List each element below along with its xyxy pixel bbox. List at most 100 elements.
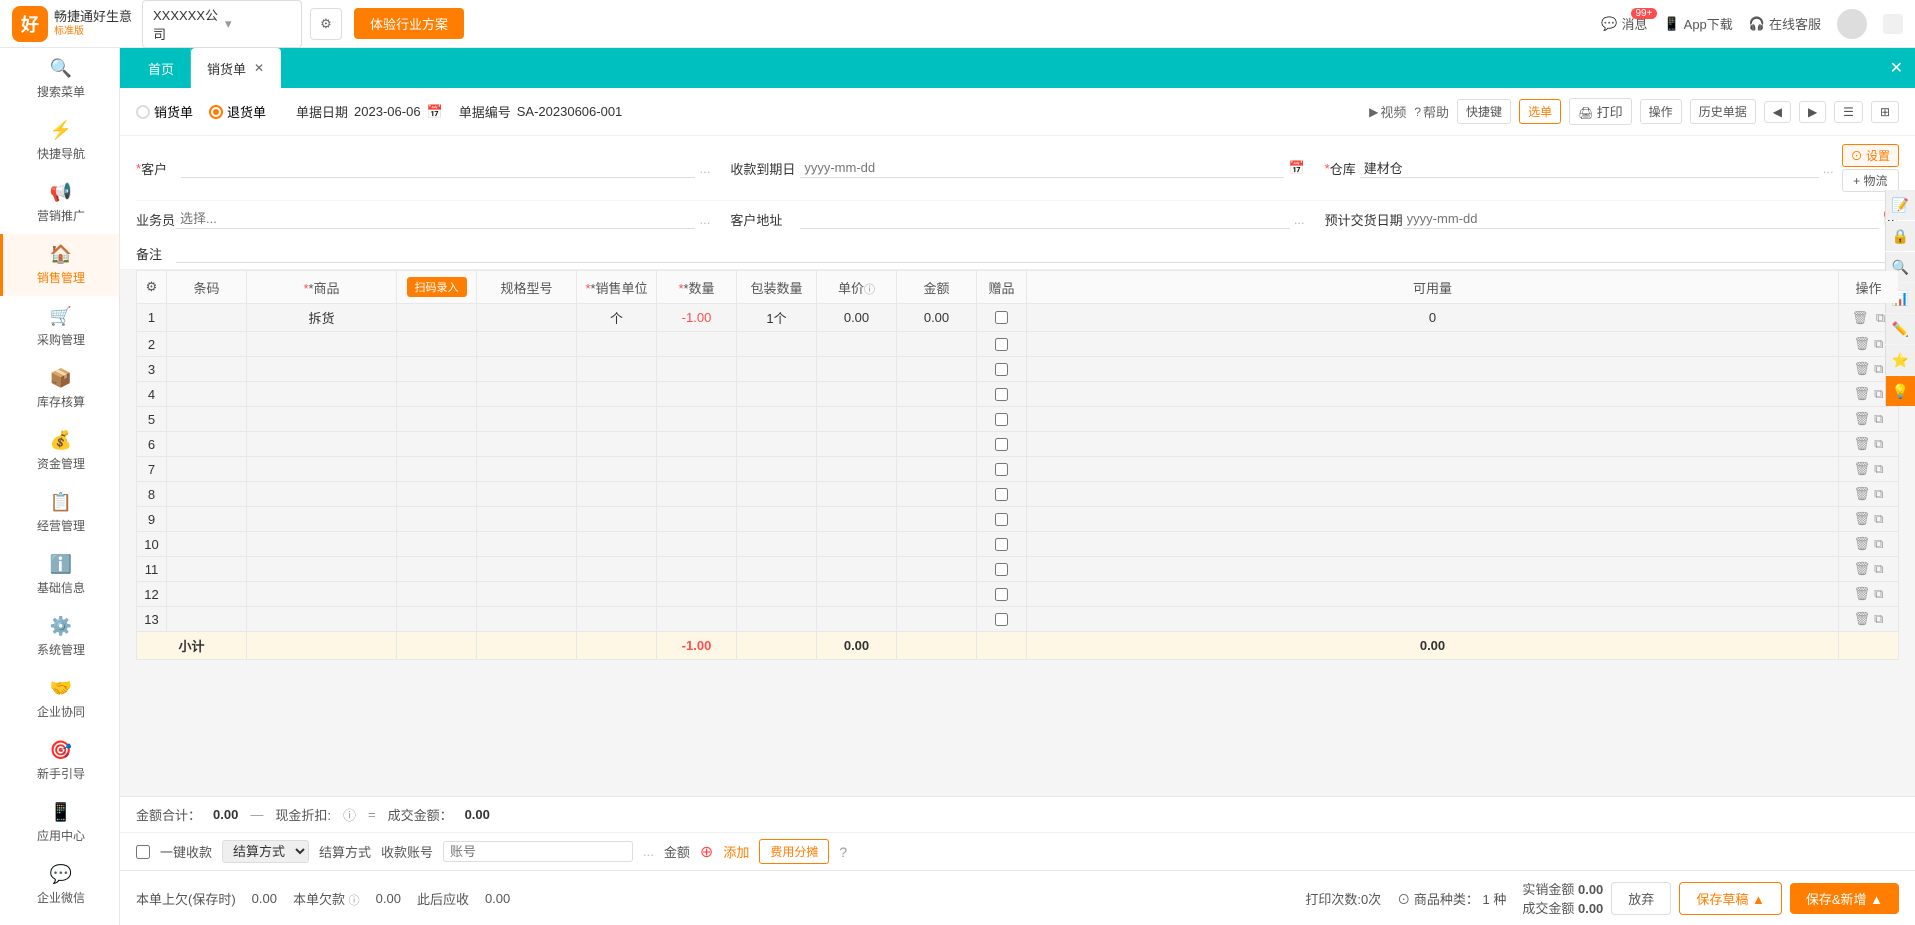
float-btn-orange[interactable]: 💡 — [1885, 376, 1915, 406]
expected-date-input[interactable] — [1403, 209, 1879, 229]
tab-close-icon[interactable]: ✕ — [254, 61, 264, 75]
copy-icon-8[interactable]: ⧉ — [1874, 486, 1883, 501]
row-spec-1[interactable] — [477, 304, 577, 332]
sidebar-item-system[interactable]: ⚙️ 系统管理 — [0, 606, 119, 668]
gift-checkbox-7[interactable] — [995, 463, 1008, 476]
salesperson-ellipsis-icon[interactable]: ... — [699, 212, 710, 227]
gift-checkbox-10[interactable] — [995, 538, 1008, 551]
sidebar-item-sales[interactable]: 🏠 销售管理 — [0, 234, 119, 296]
copy-icon-3[interactable]: ⧉ — [1874, 361, 1883, 376]
avatar[interactable] — [1837, 9, 1867, 39]
sidebar-item-purchase[interactable]: 🛒 采购管理 — [0, 296, 119, 358]
add-circle-icon[interactable]: ⊕ — [700, 842, 713, 862]
customer-addr-input[interactable] — [800, 209, 1289, 229]
settings-button[interactable]: ⊙ 设置 — [1842, 144, 1899, 167]
row-product-1[interactable]: 拆货 — [247, 304, 397, 332]
expense-info-icon[interactable]: ? — [839, 844, 847, 860]
payment-method-select[interactable]: 结算方式 — [222, 840, 309, 863]
expense-split-btn[interactable]: 费用分摊 — [759, 839, 829, 864]
copy-icon-2[interactable]: ⧉ — [1874, 336, 1883, 351]
copy-icon-7[interactable]: ⧉ — [1874, 461, 1883, 476]
scan-button[interactable]: 扫码录入 — [407, 277, 467, 297]
delete-icon-11[interactable]: 🗑 — [1854, 561, 1871, 576]
float-btn-6[interactable]: ⭐ — [1885, 345, 1915, 375]
col-setting[interactable]: ⚙ — [137, 271, 167, 304]
row-barcode-1[interactable] — [167, 304, 247, 332]
operation-btn[interactable]: 操作 — [1640, 99, 1682, 124]
one-click-checkbox[interactable] — [136, 845, 150, 859]
float-btn-1[interactable]: 📝 — [1885, 190, 1915, 220]
history-btn[interactable]: 历史单据 — [1690, 99, 1756, 124]
delete-icon-1[interactable]: 🗑 — [1852, 310, 1869, 325]
gift-checkbox-11[interactable] — [995, 563, 1008, 576]
avatar-extra[interactable] — [1883, 14, 1903, 34]
sidebar-item-appstore[interactable]: 📱 应用中心 — [0, 792, 119, 854]
date-value[interactable]: 2023-06-06 — [354, 104, 421, 119]
abandon-button[interactable]: 放弃 — [1611, 882, 1671, 915]
delete-icon-10[interactable]: 🗑 — [1854, 536, 1871, 551]
row-pkg-qty-1[interactable]: 1个 — [737, 304, 817, 332]
select-order-btn[interactable]: 选单 — [1519, 99, 1561, 124]
copy-icon-10[interactable]: ⧉ — [1874, 536, 1883, 551]
customer-input[interactable] — [181, 158, 695, 178]
message-button[interactable]: 💬 消息 99+ — [1601, 14, 1647, 33]
radio-return-order[interactable]: 退货单 — [209, 102, 266, 121]
gift-checkbox-1[interactable] — [995, 311, 1008, 324]
payment-date-input[interactable] — [800, 158, 1284, 178]
next-btn[interactable]: ▶ — [1799, 101, 1826, 123]
note-input[interactable] — [176, 243, 1899, 263]
tab-home[interactable]: 首页 — [132, 48, 191, 88]
company-select[interactable]: XXXXXX公司 ▾ — [142, 0, 302, 48]
save-new-button[interactable]: 保存&新增 ▲ — [1790, 883, 1899, 914]
warehouse-input[interactable] — [1360, 158, 1819, 178]
gift-checkbox-2[interactable] — [995, 338, 1008, 351]
copy-icon-9[interactable]: ⧉ — [1874, 511, 1883, 526]
sidebar-item-member[interactable]: 👑 畅会员 — [0, 916, 119, 925]
payment-cal-icon[interactable]: 📅 — [1288, 160, 1304, 176]
radio-sales-order[interactable]: 销货单 — [136, 102, 193, 121]
tab-close-all-icon[interactable]: ✕ — [1890, 58, 1903, 78]
app-download-button[interactable]: 📱 App下载 — [1663, 14, 1732, 33]
shortcut-btn[interactable]: 快捷键 — [1457, 99, 1511, 124]
gift-checkbox-8[interactable] — [995, 488, 1008, 501]
delete-icon-6[interactable]: 🗑 — [1854, 436, 1871, 451]
delete-icon-7[interactable]: 🗑 — [1854, 461, 1871, 476]
delete-icon-8[interactable]: 🗑 — [1854, 486, 1871, 501]
warehouse-ellipsis-icon[interactable]: ... — [1823, 161, 1834, 176]
gift-checkbox-6[interactable] — [995, 438, 1008, 451]
gift-checkbox-12[interactable] — [995, 588, 1008, 601]
row-amount-1[interactable]: 0.00 — [897, 304, 977, 332]
copy-icon-11[interactable]: ⧉ — [1874, 561, 1883, 576]
sidebar-item-wechat[interactable]: 💬 企业微信 — [0, 854, 119, 916]
video-link[interactable]: ▶ 视频 — [1369, 102, 1406, 121]
copy-icon-13[interactable]: ⧉ — [1874, 611, 1883, 626]
row-unit-1[interactable]: 个 — [577, 304, 657, 332]
delete-icon-5[interactable]: 🗑 — [1854, 411, 1871, 426]
delete-icon-2[interactable]: 🗑 — [1854, 336, 1871, 351]
sidebar-item-finance[interactable]: 💰 资金管理 — [0, 420, 119, 482]
product-count-toggle[interactable]: ⊙ — [1397, 892, 1410, 907]
gift-checkbox-9[interactable] — [995, 513, 1008, 526]
sidebar-item-guide[interactable]: 🎯 新手引导 — [0, 730, 119, 792]
delete-icon-4[interactable]: 🗑 — [1854, 386, 1871, 401]
account-ellipsis-icon[interactable]: ... — [643, 844, 654, 859]
save-draft-button[interactable]: 保存草稿 ▲ — [1679, 882, 1782, 915]
copy-icon-1[interactable]: ⧉ — [1876, 310, 1885, 325]
delete-icon-9[interactable]: 🗑 — [1854, 511, 1871, 526]
row-unit-price-1[interactable]: 0.00 — [817, 304, 897, 332]
prev-btn[interactable]: ◀ — [1764, 101, 1791, 123]
sidebar-item-search[interactable]: 🔍 搜索菜单 — [0, 48, 119, 110]
sidebar-item-basic-info[interactable]: ℹ️ 基础信息 — [0, 544, 119, 606]
copy-icon-5[interactable]: ⧉ — [1874, 411, 1883, 426]
float-btn-5[interactable]: ✏️ — [1885, 314, 1915, 344]
bill-no-value[interactable]: SA-20230606-001 — [517, 104, 623, 119]
list-view-btn[interactable]: ☰ — [1834, 101, 1863, 123]
online-service-button[interactable]: 🎧 在线客服 — [1749, 14, 1821, 33]
customer-ellipsis-icon[interactable]: ... — [699, 161, 710, 176]
settings-icon[interactable]: ⚙ — [310, 8, 342, 40]
delete-icon-3[interactable]: 🗑 — [1854, 361, 1871, 376]
add-label[interactable]: 添加 — [723, 842, 749, 861]
calendar-icon[interactable]: 📅 — [427, 104, 443, 120]
copy-icon-12[interactable]: ⧉ — [1874, 586, 1883, 601]
col-scan[interactable]: 扫码录入 — [397, 271, 477, 304]
